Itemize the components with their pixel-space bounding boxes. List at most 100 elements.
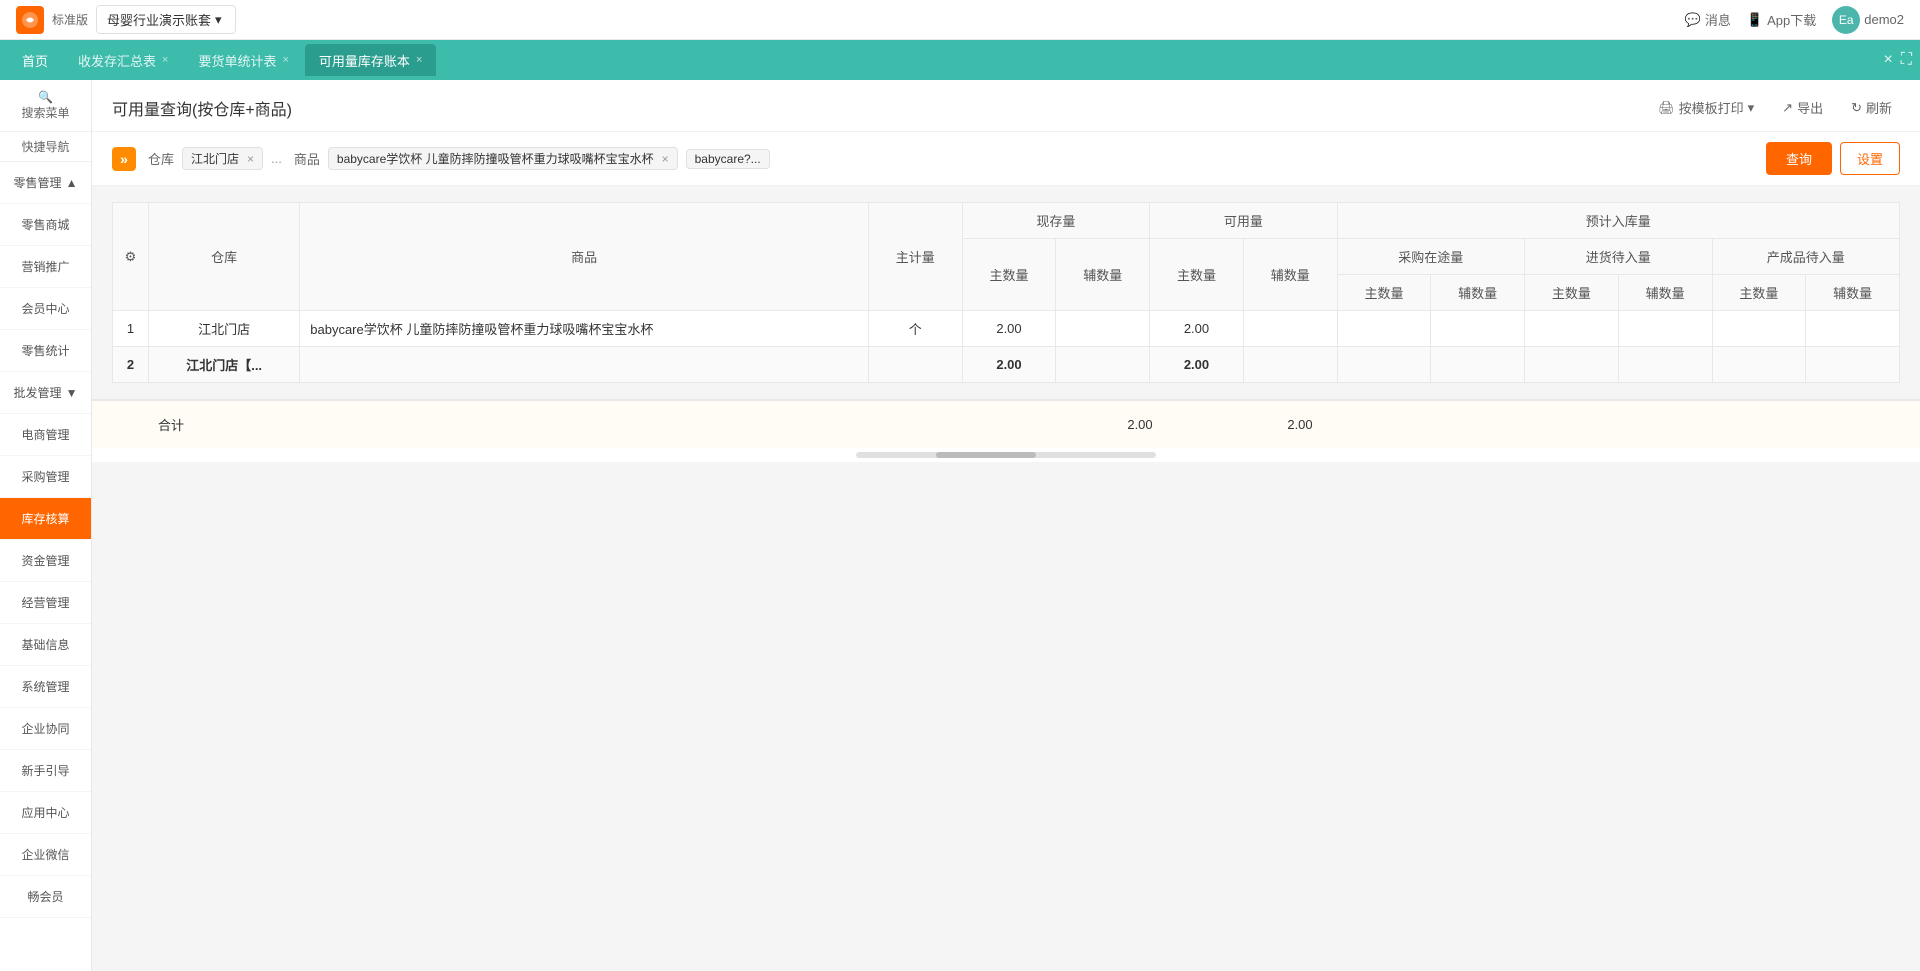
refresh-btn[interactable]: ↻ 刷新 [1843,94,1900,121]
tab-close-icon[interactable]: × [282,54,288,66]
sidebar-label: 企业微信 [21,846,69,863]
horizontal-scrollbar[interactable] [856,452,1156,458]
product-filter: 商品 babycare学饮杯 儿童防摔防撞吸管杯重力球吸嘴杯宝宝水杯 × bab… [294,147,770,170]
sidebar-item-operation[interactable]: 经营管理 [0,582,91,624]
message-btn[interactable]: 💬 消息 [1685,10,1731,29]
sidebar-item-purchase[interactable]: 采购管理 [0,456,91,498]
sidebar-item-vip[interactable]: 畅会员 [0,876,91,918]
col-header-finished-pending: 产成品待入量 [1712,239,1899,275]
sidebar-item-zero-shop[interactable]: 零售商城 [0,204,91,246]
sidebar-search[interactable]: 🔍 搜索菜单 [0,80,91,132]
row-inbound-main [1525,311,1619,347]
data-table: ⚙ 仓库 商品 主计量 现存量 可用量 预计入库量 主数量 辅数量 主数量 辅数… [112,202,1900,383]
row-inbound-aux [1618,311,1712,347]
sidebar-label: 基础信息 [21,636,69,653]
sidebar-label: 资金管理 [21,552,69,569]
table-area: ⚙ 仓库 商品 主计量 现存量 可用量 预计入库量 主数量 辅数量 主数量 辅数… [92,186,1920,399]
col-header-inbound-main: 主数量 [1525,275,1619,311]
col-header-main-unit: 主计量 [868,203,962,311]
tab-close-icon[interactable]: × [162,54,168,66]
sidebar-item-system[interactable]: 系统管理 [0,666,91,708]
row-purchase-aux [1431,311,1525,347]
export-icon: ↗ [1782,100,1793,116]
col-header-stock-aux: 辅数量 [1056,239,1150,311]
org-selector[interactable]: 母婴行业演示账套 ▾ [96,5,236,34]
refresh-icon: ↻ [1851,100,1862,116]
search-icon: 🔍 [38,90,53,104]
footer-avail-main: 2.00 [1260,409,1340,440]
sidebar-item-marketing[interactable]: 营销推广 [0,246,91,288]
sidebar-item-enterprise[interactable]: 企业协同 [0,708,91,750]
sidebar-item-app-center[interactable]: 应用中心 [0,792,91,834]
sidebar-label: 畅会员 [27,888,63,905]
expand-filter-btn[interactable]: » [112,147,136,171]
remove-warehouse-icon[interactable]: × [247,152,254,166]
footer-finished-aux [1820,409,1900,440]
scrollbar-thumb[interactable] [936,452,1036,458]
col-header-inbound-pending: 进货待入量 [1525,239,1712,275]
warehouse-tag[interactable]: 江北门店 × [182,147,263,170]
mobile-icon: 📱 [1747,12,1763,28]
sidebar-label: 零售商城 [21,216,69,233]
row-num: 2 [113,347,149,383]
footer-empty1 [112,409,148,440]
remove-product1-icon[interactable]: × [662,152,669,166]
row-warehouse: 江北门店 [149,311,300,347]
sidebar: 🔍 搜索菜单 快捷导航 零售管理 ▲ 零售商城 营销推广 会员中心 零售统计 批… [0,80,92,971]
logo-text: 标准版 [52,11,88,28]
tab-keyongliang[interactable]: 可用量库存账本 × [305,44,436,76]
sidebar-item-retail-stats[interactable]: 零售统计 [0,330,91,372]
message-icon: 💬 [1685,12,1701,28]
row-inbound-aux [1618,347,1712,383]
filter-more-dots[interactable]: ... [271,151,282,166]
footer-stock-aux [1180,409,1260,440]
export-btn[interactable]: ↗ 导出 [1774,94,1831,121]
sidebar-item-newbie[interactable]: 新手引导 [0,750,91,792]
main-layout: 🔍 搜索菜单 快捷导航 零售管理 ▲ 零售商城 营销推广 会员中心 零售统计 批… [0,80,1920,971]
print-btn[interactable]: 🖨 按模板打印 ▾ [1650,94,1762,121]
product-tag1[interactable]: babycare学饮杯 儿童防摔防撞吸管杯重力球吸嘴杯宝宝水杯 × [328,147,678,170]
warehouse-filter: 仓库 江北门店 × ... [148,147,282,170]
table-settings-header[interactable]: ⚙ [113,203,149,311]
close-all-btn[interactable]: × [1883,51,1892,69]
col-header-available-group: 可用量 [1150,203,1337,239]
sidebar-label: 经营管理 [21,594,69,611]
sidebar-item-zero-retail[interactable]: 零售管理 ▲ [0,162,91,204]
sidebar-item-finance[interactable]: 资金管理 [0,540,91,582]
sidebar-item-wholesale[interactable]: 批发管理 ▼ [0,372,91,414]
sidebar-item-inventory[interactable]: 库存核算 [0,498,91,540]
col-header-avail-aux: 辅数量 [1243,239,1337,311]
tab-yaohuo[interactable]: 要货单统计表 × [184,44,302,76]
filter-bar: » 仓库 江北门店 × ... 商品 babycare学饮杯 儿童防摔防撞吸管杯… [92,132,1920,186]
sidebar-item-basic[interactable]: 基础信息 [0,624,91,666]
fullscreen-btn[interactable]: ⛶ [1901,51,1912,69]
footer-label: 合计 [148,409,248,440]
col-header-stock-group: 现存量 [962,203,1149,239]
sidebar-item-wechat[interactable]: 企业微信 [0,834,91,876]
chevron-icon: ▲ [66,176,78,190]
col-header-purchase-aux: 辅数量 [1431,275,1525,311]
row-purchase-main [1337,347,1431,383]
user-avatar-btn[interactable]: Ea demo2 [1832,6,1904,34]
product-tag2[interactable]: babycare?... [686,149,770,169]
col-header-inbound-aux: 辅数量 [1618,275,1712,311]
sidebar-label: 库存核算 [21,510,69,527]
col-header-finished-main: 主数量 [1712,275,1806,311]
setting-button[interactable]: 设置 [1840,142,1900,175]
row-avail-aux [1243,347,1337,383]
avatar: Ea [1832,6,1860,34]
org-label: 母婴行业演示账套 [107,10,211,29]
tab-home[interactable]: 首页 [8,51,62,70]
app-download-btn[interactable]: 📱 App下载 [1747,10,1816,29]
nav-tabs: 首页 收发存汇总表 × 要货单统计表 × 可用量库存账本 × × ⛶ [0,40,1920,80]
tab-shoufacun[interactable]: 收发存汇总表 × [64,44,182,76]
row-purchase-main [1337,311,1431,347]
sidebar-quick-nav[interactable]: 快捷导航 [0,132,91,162]
page-title: 可用量查询(按仓库+商品) [112,96,292,120]
sidebar-item-ecommerce[interactable]: 电商管理 [0,414,91,456]
query-button[interactable]: 查询 [1766,142,1832,175]
sidebar-item-member[interactable]: 会员中心 [0,288,91,330]
row-finished-aux [1806,311,1900,347]
footer-stock-main: 2.00 [1100,409,1180,440]
tab-close-icon[interactable]: × [416,54,422,66]
